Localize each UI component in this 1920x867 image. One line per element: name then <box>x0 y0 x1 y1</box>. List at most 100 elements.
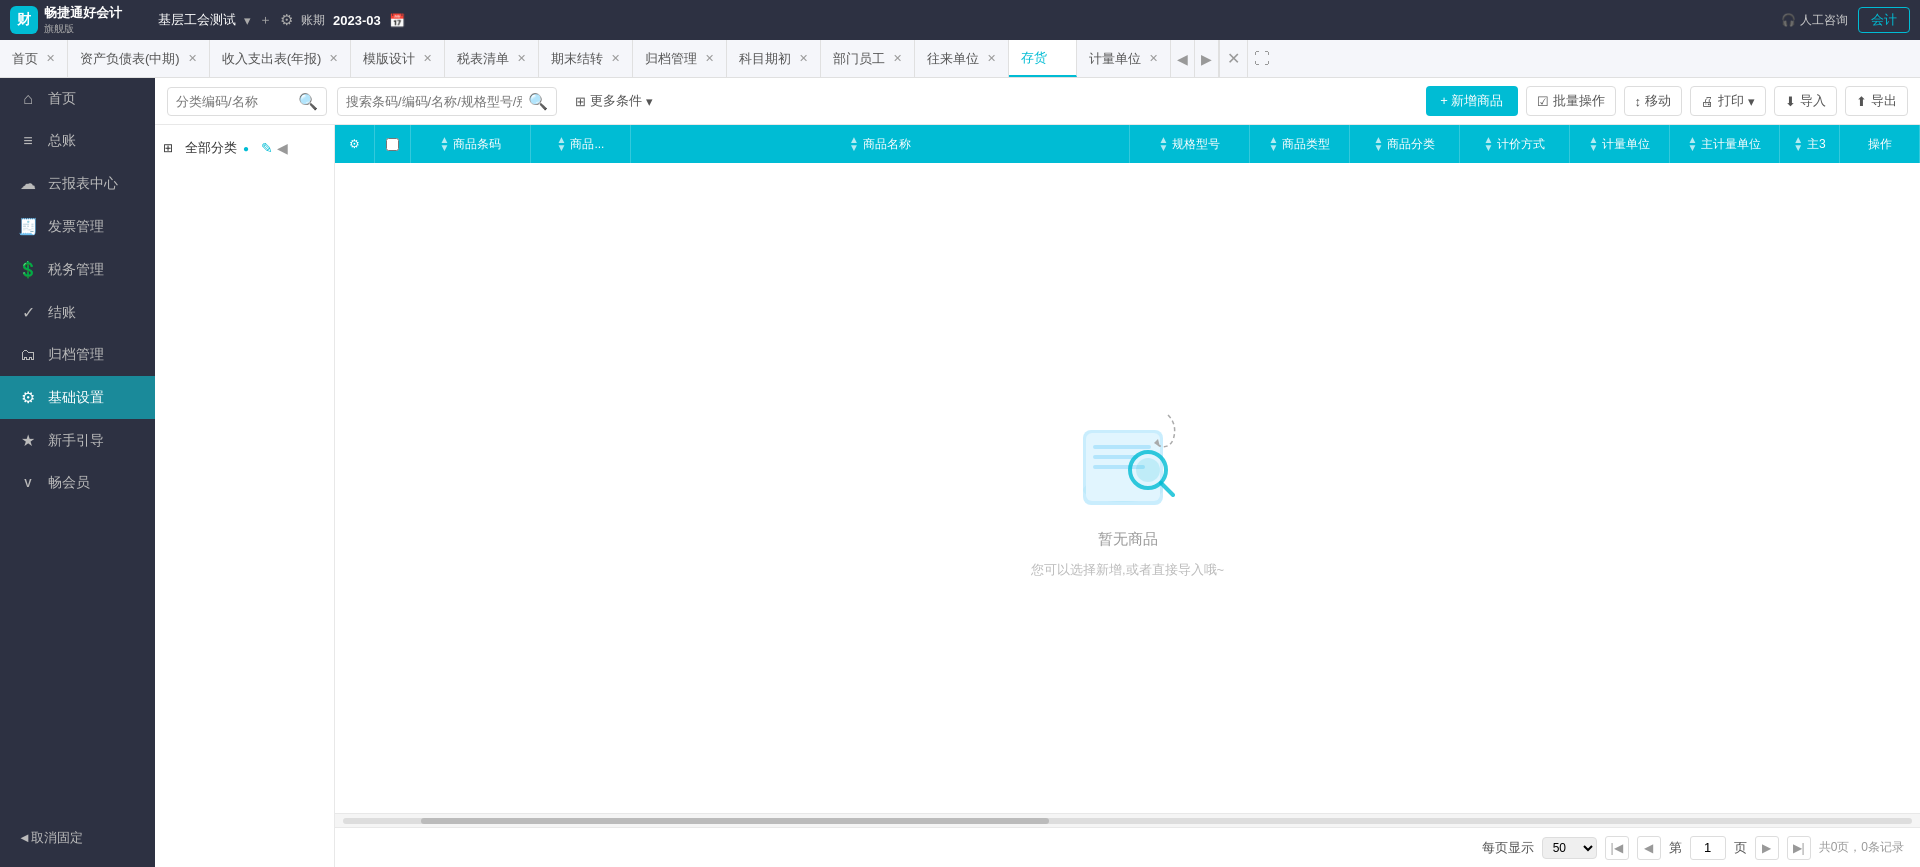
invoice-icon: 🧾 <box>18 217 38 236</box>
tax-icon: 💲 <box>18 260 38 279</box>
sidebar-item-checkout[interactable]: ✓ 结账 <box>0 291 155 334</box>
sidebar-item-tax[interactable]: 💲 税务管理 <box>0 248 155 291</box>
tab-next-btn[interactable]: ▶ <box>1195 40 1219 78</box>
tab-archive-close[interactable]: ✕ <box>705 52 714 65</box>
scrollbar-track <box>343 818 1912 824</box>
th-settings[interactable]: ⚙ <box>335 125 375 163</box>
th-barcode[interactable]: ▲▼ 商品条码 <box>411 125 531 163</box>
left-category-panel: ⊞ 全部分类 ● ✎ ◀ <box>155 125 335 867</box>
sidebar-item-home[interactable]: ⌂ 首页 <box>0 78 155 120</box>
first-page-btn[interactable]: |◀ <box>1605 836 1629 860</box>
sidebar-item-guide[interactable]: ★ 新手引导 <box>0 419 155 462</box>
tab-archive[interactable]: 归档管理 ✕ <box>633 40 727 77</box>
product-search-icon[interactable]: 🔍 <box>528 92 548 111</box>
tab-dept[interactable]: 部门员工 ✕ <box>821 40 915 77</box>
cancel-fixed-label: ◄取消固定 <box>18 829 83 847</box>
archive-icon: 🗂 <box>18 346 38 364</box>
sort-icon-unit: ▲▼ <box>1589 136 1599 152</box>
product-search-box[interactable]: 🔍 <box>337 87 557 116</box>
tab-contacts[interactable]: 往来单位 ✕ <box>915 40 1009 77</box>
tab-balance-close[interactable]: ✕ <box>188 52 197 65</box>
sidebar-item-reports[interactable]: ☁ 云报表中心 <box>0 162 155 205</box>
category-search-icon[interactable]: 🔍 <box>298 92 318 111</box>
workspace-dropdown-icon[interactable]: ▾ <box>244 13 251 28</box>
prev-page-btn[interactable]: ◀ <box>1637 836 1661 860</box>
category-search-box[interactable]: 🔍 <box>167 87 327 116</box>
tab-dept-close[interactable]: ✕ <box>893 52 902 65</box>
cancel-fixed-btn[interactable]: ◄取消固定 <box>0 819 155 857</box>
panel-collapse-btn[interactable]: ◀ <box>277 140 288 156</box>
page-size-select[interactable]: 50 100 200 <box>1542 837 1597 859</box>
sidebar-item-archive[interactable]: 🗂 归档管理 <box>0 334 155 376</box>
tab-expand-btn[interactable]: ⛶ <box>1247 40 1275 78</box>
logo-text: 畅捷通好会计 <box>44 4 122 22</box>
print-btn[interactable]: 🖨 打印 ▾ <box>1690 86 1766 116</box>
tab-unit[interactable]: 计量单位 ✕ <box>1077 40 1171 77</box>
tab-period[interactable]: 期末结转 ✕ <box>539 40 633 77</box>
settings-icon[interactable]: ⚙ <box>280 11 293 29</box>
tab-template-close[interactable]: ✕ <box>423 52 432 65</box>
add-tab-icon[interactable]: ＋ <box>259 11 272 29</box>
svg-rect-4 <box>1093 455 1138 459</box>
next-page-btn[interactable]: ▶ <box>1755 836 1779 860</box>
last-page-btn[interactable]: ▶| <box>1787 836 1811 860</box>
all-category-item[interactable]: 全部分类 ● <box>177 133 257 163</box>
category-edit-btn[interactable]: ✎ <box>261 140 273 156</box>
more-filter-btn[interactable]: ⊞ 更多条件 ▾ <box>567 88 661 114</box>
tab-home-close[interactable]: ✕ <box>46 52 55 65</box>
sidebar-item-ledger[interactable]: ≡ 总账 <box>0 120 155 162</box>
guide-icon: ★ <box>18 431 38 450</box>
tab-tax[interactable]: 税表清单 ✕ <box>445 40 539 77</box>
tab-income[interactable]: 收入支出表(年报) ✕ <box>210 40 352 77</box>
tab-close-all-btn[interactable]: ✕ <box>1219 40 1247 78</box>
tab-subjects-close[interactable]: ✕ <box>799 52 808 65</box>
product-search-input[interactable] <box>346 94 522 109</box>
calendar-icon[interactable]: 📅 <box>389 13 405 28</box>
tab-inventory-close[interactable]: ✕ <box>1055 51 1064 64</box>
th-category[interactable]: ▲▼ 商品分类 <box>1350 125 1460 163</box>
top-right-area: 🎧 人工咨询 会计 <box>1781 7 1910 33</box>
period-label: 账期 <box>301 12 325 29</box>
sidebar-item-invoice[interactable]: 🧾 发票管理 <box>0 205 155 248</box>
page-number-input[interactable] <box>1690 836 1726 860</box>
select-all-checkbox[interactable] <box>386 138 399 151</box>
logo-sub: 旗舰版 <box>44 22 122 36</box>
th-main-unit[interactable]: ▲▼ 主计量单位 <box>1670 125 1780 163</box>
account-button[interactable]: 会计 <box>1858 7 1910 33</box>
tab-subjects[interactable]: 科目期初 ✕ <box>727 40 821 77</box>
th-type[interactable]: ▲▼ 商品类型 <box>1250 125 1350 163</box>
move-btn[interactable]: ↕ 移动 <box>1624 86 1683 116</box>
add-product-btn[interactable]: + 新增商品 <box>1426 86 1517 116</box>
scrollbar-thumb[interactable] <box>421 818 1049 824</box>
customer-service-btn[interactable]: 🎧 人工咨询 <box>1781 12 1848 29</box>
sidebar-item-member[interactable]: V 畅会员 <box>0 462 155 504</box>
sort-icon-price: ▲▼ <box>1484 136 1494 152</box>
workspace-name[interactable]: 基层工会测试 <box>158 11 236 29</box>
tab-period-close[interactable]: ✕ <box>611 52 620 65</box>
tab-inventory[interactable]: 存货 ✕ <box>1009 40 1077 77</box>
sidebar-bottom: ◄取消固定 <box>0 809 155 867</box>
th-unit[interactable]: ▲▼ 计量单位 <box>1570 125 1670 163</box>
tab-contacts-close[interactable]: ✕ <box>987 52 996 65</box>
category-search-input[interactable] <box>176 94 292 109</box>
batch-operate-btn[interactable]: ☑ 批量操作 <box>1526 86 1616 116</box>
th-checkbox[interactable] <box>375 125 411 163</box>
th-spec[interactable]: ▲▼ 规格型号 <box>1130 125 1250 163</box>
sidebar-item-settings[interactable]: ⚙ 基础设置 <box>0 376 155 419</box>
tab-unit-close[interactable]: ✕ <box>1149 52 1158 65</box>
export-btn[interactable]: ⬆ 导出 <box>1845 86 1908 116</box>
tab-tax-close[interactable]: ✕ <box>517 52 526 65</box>
horizontal-scrollbar[interactable] <box>335 813 1920 827</box>
th-col3[interactable]: ▲▼ 主3 <box>1780 125 1840 163</box>
th-name[interactable]: ▲▼ 商品名称 <box>631 125 1130 163</box>
th-price-method[interactable]: ▲▼ 计价方式 <box>1460 125 1570 163</box>
th-code[interactable]: ▲▼ 商品... <box>531 125 631 163</box>
tab-template[interactable]: 模版设计 ✕ <box>351 40 445 77</box>
tab-balance[interactable]: 资产负债表(中期) ✕ <box>68 40 210 77</box>
tab-prev-btn[interactable]: ◀ <box>1171 40 1195 78</box>
filter-dropdown-icon: ▾ <box>646 94 653 109</box>
tab-home[interactable]: 首页 ✕ <box>0 40 68 77</box>
import-btn[interactable]: ⬇ 导入 <box>1774 86 1837 116</box>
th-name-label: 商品名称 <box>863 136 911 153</box>
tab-income-close[interactable]: ✕ <box>329 52 338 65</box>
